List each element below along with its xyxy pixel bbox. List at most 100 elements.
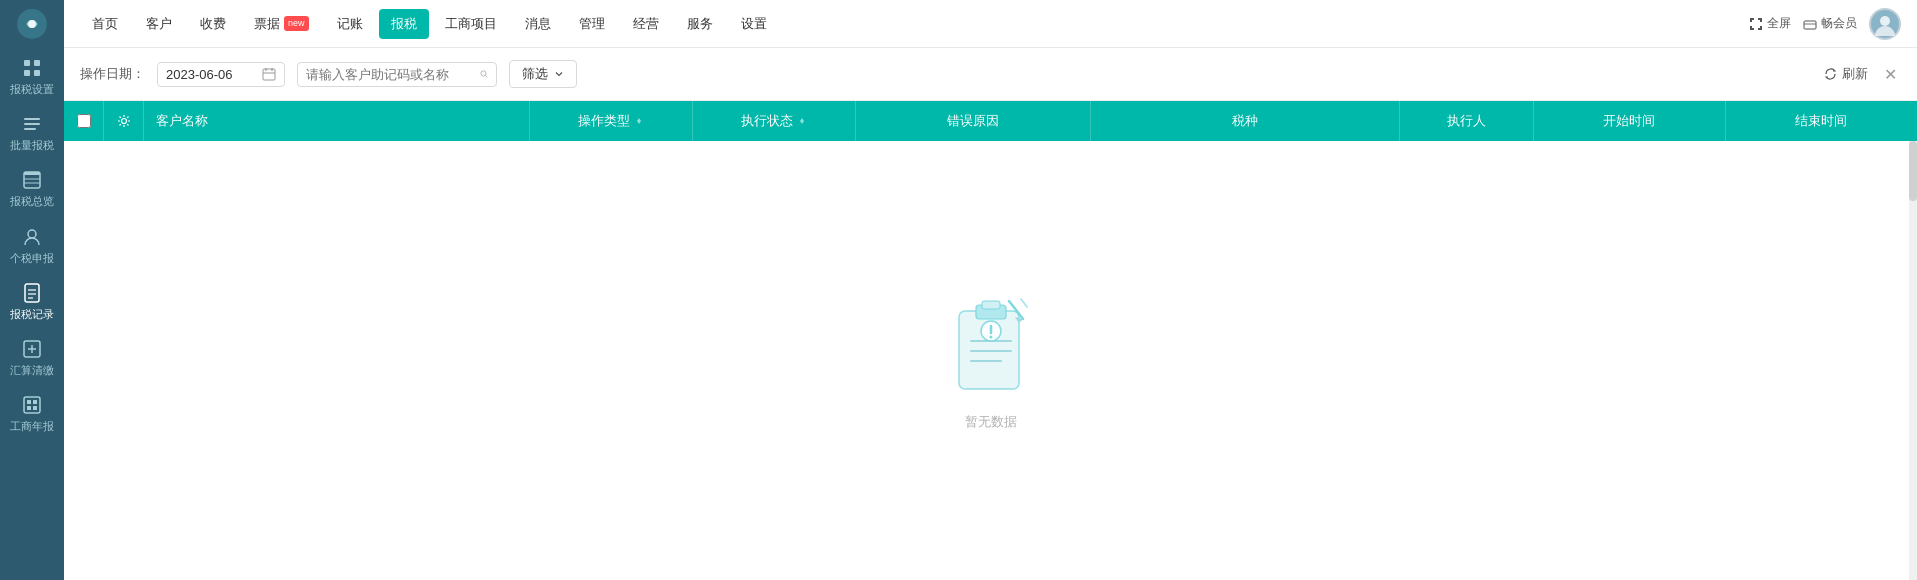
svg-rect-6 [24, 118, 40, 120]
date-input[interactable] [166, 67, 256, 82]
svg-rect-24 [27, 406, 31, 410]
sidebar-item-personal-tax[interactable]: 个税申报 [0, 217, 64, 273]
th-taxtype: 税种 [1091, 101, 1400, 141]
sidebar-item-tax-records[interactable]: 报税记录 [0, 273, 64, 329]
svg-rect-4 [24, 70, 30, 76]
fullscreen-button[interactable]: 全屏 [1749, 15, 1791, 32]
scrollbar-thumb[interactable] [1909, 141, 1917, 201]
sidebar-item-label: 报税记录 [10, 308, 54, 321]
sidebar: 报税设置 批量报税 报税总览 [0, 0, 64, 580]
calendar-icon [262, 67, 276, 81]
svg-rect-14 [25, 284, 39, 302]
sidebar-item-label: 报税设置 [10, 83, 54, 96]
svg-rect-10 [24, 172, 40, 175]
empty-illustration [941, 291, 1041, 401]
empty-state: 暂无数据 [941, 291, 1041, 431]
sidebar-item-label: 报税总览 [10, 195, 54, 208]
filter-button[interactable]: 筛选 [509, 60, 577, 88]
svg-rect-2 [24, 60, 30, 66]
th-optype[interactable]: 操作类型 [530, 101, 693, 141]
tax-overview-icon [20, 168, 44, 192]
sort-icon [797, 116, 807, 126]
fullscreen-icon [1749, 17, 1763, 31]
sidebar-item-label: 个税申报 [10, 252, 54, 265]
table-body: 暂无数据 [64, 141, 1917, 580]
sidebar-item-tax-overview[interactable]: 报税总览 [0, 160, 64, 216]
settlement-icon [20, 337, 44, 361]
filter-bar: 操作日期： 筛选 [64, 48, 1917, 101]
svg-rect-22 [27, 400, 31, 404]
nav-item-tax[interactable]: 报税 [379, 9, 429, 39]
content-area: 操作日期： 筛选 [64, 48, 1917, 580]
svg-point-33 [481, 71, 486, 76]
main-area: 首页 客户 收费 票据 new 记账 报税 工商项目 消息 [64, 0, 1917, 580]
svg-point-13 [28, 230, 36, 238]
th-starttime: 开始时间 [1534, 101, 1726, 141]
search-box[interactable] [297, 62, 497, 87]
th-executor: 执行人 [1400, 101, 1534, 141]
tax-settings-icon [20, 56, 44, 80]
svg-rect-26 [1804, 21, 1816, 29]
scrollbar-track[interactable] [1909, 141, 1917, 580]
th-gear[interactable] [104, 101, 144, 141]
vip-icon [1803, 17, 1817, 31]
topnav-right: 全屏 畅会员 [1749, 8, 1901, 40]
batch-tax-icon [20, 112, 44, 136]
svg-point-45 [989, 335, 992, 338]
vip-button[interactable]: 畅会员 [1803, 15, 1857, 32]
nav-item-ledger[interactable]: 记账 [325, 9, 375, 39]
date-label: 操作日期： [80, 65, 145, 83]
th-status[interactable]: 执行状态 [693, 101, 856, 141]
nav-item-client[interactable]: 客户 [134, 9, 184, 39]
user-avatar[interactable] [1869, 8, 1901, 40]
sidebar-item-batch-tax[interactable]: 批量报税 [0, 104, 64, 160]
svg-rect-39 [982, 301, 1000, 309]
empty-text: 暂无数据 [965, 413, 1017, 431]
personal-tax-icon [20, 225, 44, 249]
th-checkbox[interactable] [64, 101, 104, 141]
svg-rect-25 [33, 406, 37, 410]
th-endtime: 结束时间 [1726, 101, 1917, 141]
invoice-badge: new [284, 16, 309, 31]
nav-item-service[interactable]: 服务 [675, 9, 725, 39]
search-input[interactable] [306, 67, 474, 82]
svg-line-48 [1021, 299, 1027, 307]
refresh-button[interactable]: 刷新 [1824, 65, 1868, 83]
svg-rect-7 [24, 123, 40, 125]
sidebar-item-annual-report[interactable]: 工商年报 [0, 385, 64, 441]
svg-rect-5 [34, 70, 40, 76]
svg-rect-3 [34, 60, 40, 66]
nav-item-commerce[interactable]: 工商项目 [433, 9, 509, 39]
svg-rect-21 [24, 397, 40, 413]
nav-item-operation[interactable]: 经营 [621, 9, 671, 39]
th-error: 错误原因 [856, 101, 1092, 141]
th-client: 客户名称 [144, 101, 530, 141]
svg-point-28 [1880, 16, 1890, 26]
nav-item-manage[interactable]: 管理 [567, 9, 617, 39]
sidebar-item-label: 批量报税 [10, 139, 54, 152]
sidebar-item-settlement[interactable]: 汇算清缴 [0, 329, 64, 385]
sidebar-item-label: 汇算清缴 [10, 364, 54, 377]
date-picker[interactable] [157, 62, 285, 87]
svg-rect-8 [24, 128, 36, 130]
settings-icon [116, 113, 132, 129]
close-button[interactable]: ✕ [1880, 65, 1901, 84]
svg-point-35 [121, 119, 126, 124]
data-table: 客户名称 操作类型 执行状态 错误原因 [64, 101, 1917, 580]
tax-records-icon [20, 281, 44, 305]
nav-item-billing[interactable]: 收费 [188, 9, 238, 39]
top-navigation: 首页 客户 收费 票据 new 记账 报税 工商项目 消息 [64, 0, 1917, 48]
sidebar-item-label: 工商年报 [10, 420, 54, 433]
nav-item-message[interactable]: 消息 [513, 9, 563, 39]
search-icon [480, 67, 488, 81]
svg-line-34 [485, 75, 487, 77]
app-logo[interactable] [0, 0, 64, 48]
select-all-checkbox[interactable] [77, 114, 91, 128]
nav-item-settings[interactable]: 设置 [729, 9, 779, 39]
nav-item-invoice[interactable]: 票据 new [242, 9, 321, 39]
svg-rect-29 [263, 69, 275, 80]
sidebar-item-tax-settings[interactable]: 报税设置 [0, 48, 64, 104]
nav-item-home[interactable]: 首页 [80, 9, 130, 39]
nav-items: 首页 客户 收费 票据 new 记账 报税 工商项目 消息 [80, 9, 1749, 39]
svg-point-1 [28, 20, 36, 28]
